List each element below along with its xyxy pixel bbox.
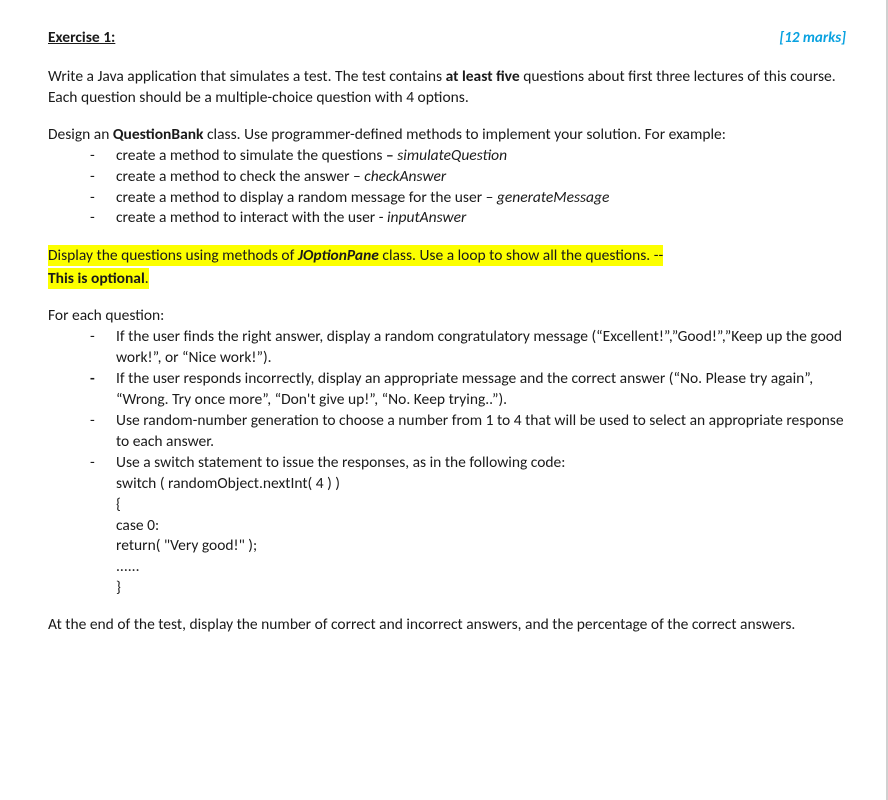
text: – bbox=[353, 167, 361, 186]
list-text: Use a switch statement to issue the resp… bbox=[116, 453, 852, 474]
list-item: - Use a switch statement to issue the re… bbox=[90, 453, 852, 474]
bullet-dash: - bbox=[90, 167, 116, 188]
method-name: generateMessage bbox=[497, 188, 610, 207]
bullet-dash: - bbox=[90, 208, 116, 229]
bullet-dash: - bbox=[90, 411, 116, 453]
bullet-dash: - bbox=[90, 188, 116, 209]
list-text: create a method to simulate the question… bbox=[116, 146, 852, 167]
text: class. Use a loop to show all the questi… bbox=[379, 246, 663, 265]
rules-list: - If the user finds the right answer, di… bbox=[48, 327, 852, 473]
text: create a method to simulate the question… bbox=[116, 146, 386, 165]
code-line: return( "Very good!" ); bbox=[116, 536, 852, 557]
text: create a method to interact with the use… bbox=[116, 208, 379, 227]
ending-paragraph: At the end of the test, display the numb… bbox=[48, 615, 852, 636]
list-item: - create a method to simulate the questi… bbox=[90, 146, 852, 167]
list-item: - create a method to interact with the u… bbox=[90, 208, 852, 229]
methods-list: - create a method to simulate the questi… bbox=[48, 146, 852, 230]
class-name: QuestionBank bbox=[113, 125, 204, 144]
list-item: - If the user responds incorrectly, disp… bbox=[90, 369, 852, 411]
text: create a method to display a random mess… bbox=[116, 188, 486, 207]
code-line: switch ( randomObject.nextInt( 4 ) ) bbox=[116, 474, 852, 495]
list-text: create a method to interact with the use… bbox=[116, 208, 852, 229]
code-line: case 0: bbox=[116, 516, 852, 537]
document-page: Exercise 1: [12 marks] Write a Java appl… bbox=[0, 0, 888, 800]
marks-label: [12 marks] bbox=[779, 28, 852, 48]
code-block: switch ( randomObject.nextInt( 4 ) ) { c… bbox=[48, 474, 852, 600]
header-row: Exercise 1: [12 marks] bbox=[48, 28, 852, 49]
bullet-dash: - bbox=[90, 453, 116, 474]
list-item: - create a method to check the answer – … bbox=[90, 167, 852, 188]
class-ref: JOptionPane bbox=[298, 246, 379, 265]
method-name: checkAnswer bbox=[364, 167, 446, 186]
text-bold: at least five bbox=[446, 67, 520, 86]
text: Design an bbox=[48, 125, 113, 144]
highlight-text: Display the questions using methods of J… bbox=[48, 245, 663, 266]
code-line: ...... bbox=[116, 557, 852, 578]
list-text: If the user finds the right answer, disp… bbox=[116, 327, 852, 369]
text: class. Use programmer-defined methods to… bbox=[203, 125, 725, 144]
method-name: inputAnswer bbox=[387, 208, 466, 227]
highlight-text: This is optional. bbox=[48, 268, 149, 289]
text: Display the questions using methods of bbox=[48, 246, 298, 265]
text: – bbox=[386, 146, 394, 165]
list-item: - create a method to display a random me… bbox=[90, 188, 852, 209]
text: Write a Java application that simulates … bbox=[48, 67, 446, 86]
foreach-label: For each question: bbox=[48, 306, 852, 327]
list-item: - If the user finds the right answer, di… bbox=[90, 327, 852, 369]
text: create a method to check the answer bbox=[116, 167, 353, 186]
code-line: } bbox=[116, 578, 852, 599]
bullet-dash: - bbox=[90, 369, 116, 411]
list-item: - Use random-number generation to choose… bbox=[90, 411, 852, 453]
list-text: If the user responds incorrectly, displa… bbox=[116, 369, 852, 411]
exercise-title: Exercise 1: bbox=[48, 28, 115, 49]
code-line: { bbox=[116, 495, 852, 516]
design-paragraph: Design an QuestionBank class. Use progra… bbox=[48, 125, 852, 146]
list-text: create a method to check the answer – ch… bbox=[116, 167, 852, 188]
text: . bbox=[145, 269, 149, 288]
bullet-dash: - bbox=[90, 327, 116, 369]
bullet-dash: - bbox=[90, 146, 116, 167]
intro-paragraph: Write a Java application that simulates … bbox=[48, 67, 852, 109]
list-text: Use random-number generation to choose a… bbox=[116, 411, 852, 453]
text-bold: This is optional bbox=[48, 269, 145, 288]
highlight-paragraph: Display the questions using methods of J… bbox=[48, 245, 852, 290]
list-text: create a method to display a random mess… bbox=[116, 188, 852, 209]
method-name: simulateQuestion bbox=[397, 146, 507, 165]
